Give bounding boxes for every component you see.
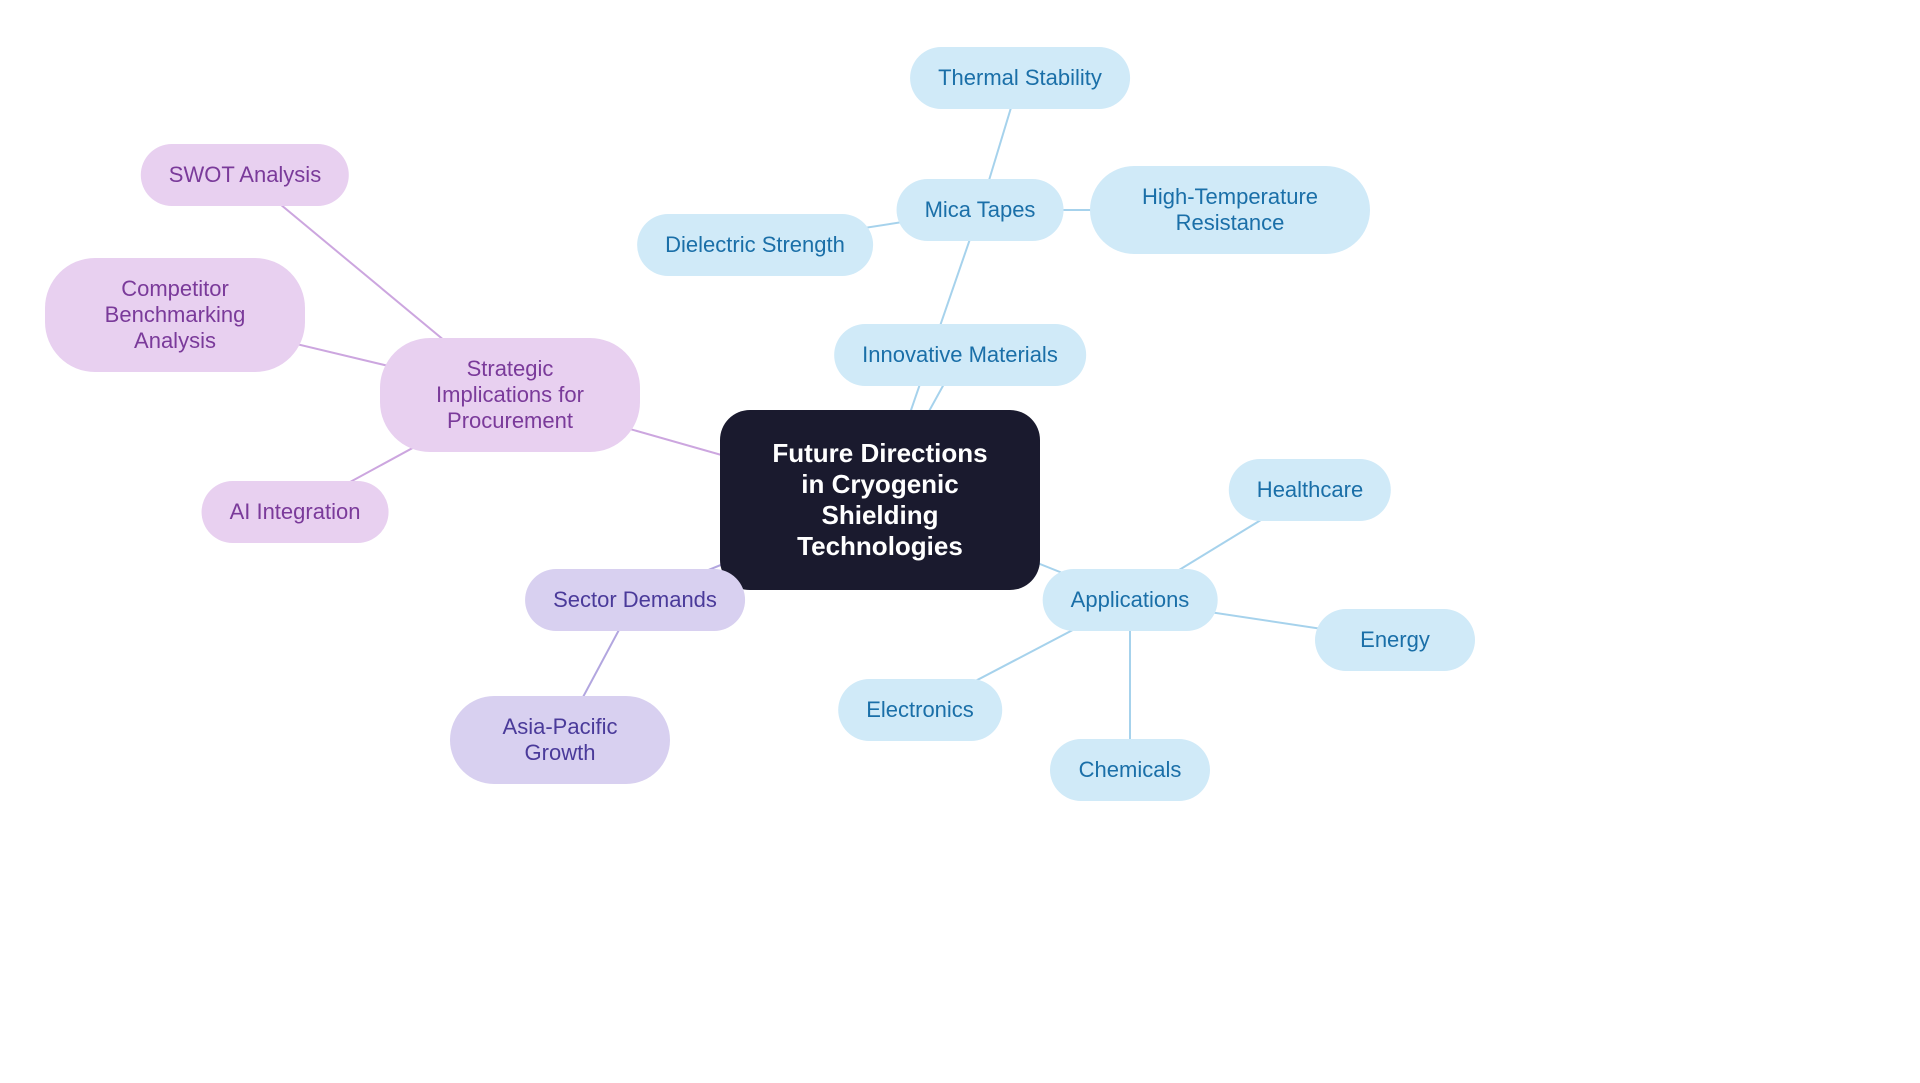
node-healthcare[interactable]: Healthcare: [1229, 459, 1391, 521]
node-aiIntegration[interactable]: AI Integration: [202, 481, 389, 543]
node-competitorBenchmarking[interactable]: Competitor Benchmarking Analysis: [45, 258, 305, 372]
node-strategicImplications[interactable]: Strategic Implications for Procurement: [380, 338, 640, 452]
node-asiaPacificGrowth[interactable]: Asia-Pacific Growth: [450, 696, 670, 784]
node-electronics[interactable]: Electronics: [838, 679, 1002, 741]
node-applications[interactable]: Applications: [1043, 569, 1218, 631]
mind-map-container: Future Directions in Cryogenic Shielding…: [0, 0, 1920, 1083]
node-thermalStability[interactable]: Thermal Stability: [910, 47, 1130, 109]
node-swotAnalysis[interactable]: SWOT Analysis: [141, 144, 349, 206]
node-micaTapes[interactable]: Mica Tapes: [897, 179, 1064, 241]
node-sectorDemands[interactable]: Sector Demands: [525, 569, 745, 631]
node-chemicals[interactable]: Chemicals: [1050, 739, 1210, 801]
node-innovativeMaterials[interactable]: Innovative Materials: [834, 324, 1086, 386]
node-energy[interactable]: Energy: [1315, 609, 1475, 671]
node-center[interactable]: Future Directions in Cryogenic Shielding…: [720, 410, 1040, 590]
node-dielectricStrength[interactable]: Dielectric Strength: [637, 214, 873, 276]
node-highTempResistance[interactable]: High-Temperature Resistance: [1090, 166, 1370, 254]
